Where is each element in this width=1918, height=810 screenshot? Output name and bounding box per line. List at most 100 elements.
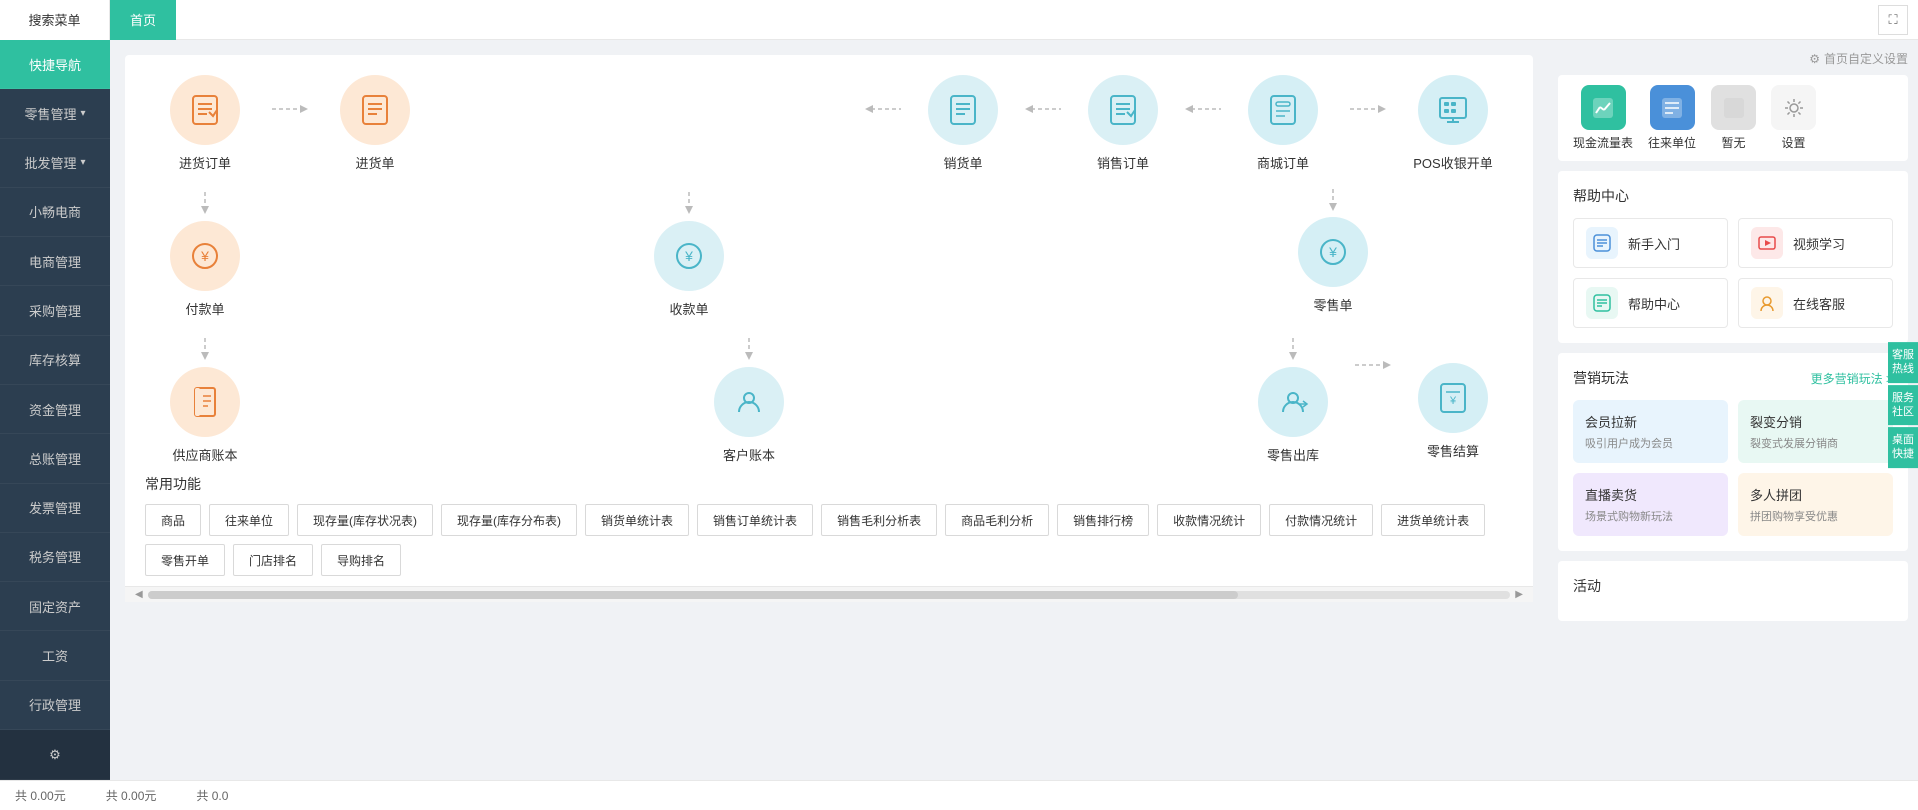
help-item-beginner[interactable]: 新手入门 bbox=[1573, 218, 1728, 268]
shortcut-none[interactable]: 暂无 bbox=[1711, 85, 1756, 151]
help-item-video[interactable]: 视频学习 bbox=[1738, 218, 1893, 268]
func-btn-stock-dist[interactable]: 现存量(库存分布表) bbox=[441, 504, 577, 536]
sidebar-item-purchase[interactable]: 采购管理 bbox=[0, 286, 110, 335]
quick-nav-card: 进货订单 进货单 bbox=[125, 55, 1533, 602]
cashflow-icon-box bbox=[1581, 85, 1626, 130]
flow-row-1: 进货订单 进货单 bbox=[145, 75, 1513, 172]
func-btn-guide-rank[interactable]: 导购排名 bbox=[321, 544, 401, 576]
scroll-left-btn[interactable]: ◀ bbox=[130, 589, 148, 600]
shortcuts-bar: 现金流量表 往来单位 暂无 bbox=[1558, 75, 1908, 161]
sidebar-item-tax[interactable]: 税务管理 bbox=[0, 533, 110, 582]
help-title: 帮助中心 bbox=[1573, 186, 1893, 206]
float-btn-desktop[interactable]: 桌面 快捷 bbox=[1888, 427, 1918, 468]
func-btn-retail-order[interactable]: 零售开单 bbox=[145, 544, 225, 576]
scroll-track[interactable] bbox=[148, 591, 1511, 599]
arrow-left-2 bbox=[863, 102, 903, 146]
gear-icon: ⚙ bbox=[49, 747, 61, 763]
search-menu-btn[interactable]: 搜索菜单 bbox=[0, 0, 110, 40]
chevron-down-icon: ▾ bbox=[80, 157, 85, 168]
func-btn-goods[interactable]: 商品 bbox=[145, 504, 201, 536]
arrow-right-1 bbox=[270, 102, 310, 146]
flow-diagram: 进货订单 进货单 bbox=[145, 75, 1513, 464]
func-btn-sales-order-stat[interactable]: 销售订单统计表 bbox=[697, 504, 813, 536]
col-receipt: ¥ 收款单 bbox=[629, 187, 749, 318]
sales-icon bbox=[928, 75, 998, 145]
flow-node-purchase-order[interactable]: 进货订单 bbox=[145, 75, 265, 172]
fullscreen-button[interactable]: ⛶ bbox=[1878, 5, 1908, 35]
scroll-right-btn[interactable]: ▶ bbox=[1510, 589, 1528, 600]
marketing-item-fission[interactable]: 裂变分销 裂变式发展分销商 bbox=[1738, 400, 1893, 463]
flow-node-sales[interactable]: 销货单 bbox=[903, 75, 1023, 172]
sidebar-item-quicknav[interactable]: 快捷导航 bbox=[0, 40, 110, 89]
func-btn-sales-profit[interactable]: 销售毛利分析表 bbox=[821, 504, 937, 536]
col-retail-settle: ¥ 零售结算 bbox=[1393, 333, 1513, 460]
marketing-more-link[interactable]: 更多营销玩法 > bbox=[1811, 370, 1893, 387]
sidebar-item-assets[interactable]: 固定资产 bbox=[0, 582, 110, 631]
sidebar-item-wholesale[interactable]: 批发管理 ▾ bbox=[0, 139, 110, 188]
help-card: 帮助中心 新手入门 视频学习 bbox=[1558, 171, 1908, 343]
sidebar-item-inventory[interactable]: 库存核算 bbox=[0, 336, 110, 385]
help-item-service[interactable]: 在线客服 bbox=[1738, 278, 1893, 328]
shortcut-cashflow[interactable]: 现金流量表 bbox=[1573, 85, 1633, 151]
arrow-down-payment bbox=[198, 190, 212, 218]
activity-card: 活动 bbox=[1558, 561, 1908, 621]
payment-icon: ¥ bbox=[170, 221, 240, 291]
func-btn-receipt-stat[interactable]: 收款情况统计 bbox=[1157, 504, 1261, 536]
tab-home[interactable]: 首页 bbox=[110, 0, 176, 40]
flow-node-pos[interactable]: POS收银开单 bbox=[1393, 75, 1513, 172]
flow-node-retail-order[interactable]: ¥ 零售单 bbox=[1273, 217, 1393, 314]
sidebar-item-ledger[interactable]: 总账管理 bbox=[0, 434, 110, 483]
func-buttons-grid: 商品 往来单位 现存量(库存状况表) 现存量(库存分布表) 销货单统计表 销售订… bbox=[145, 504, 1513, 576]
sidebar-item-funds[interactable]: 资金管理 bbox=[0, 385, 110, 434]
sidebar-settings-btn[interactable]: ⚙ bbox=[0, 730, 110, 780]
marketing-item-member[interactable]: 会员拉新 吸引用户成为会员 bbox=[1573, 400, 1728, 463]
retail-settle-icon: ¥ bbox=[1418, 363, 1488, 433]
func-btn-store-rank[interactable]: 门店排名 bbox=[233, 544, 313, 576]
flow-node-purchase[interactable]: 进货单 bbox=[315, 75, 435, 172]
flow-node-receipt[interactable]: ¥ 收款单 bbox=[629, 221, 749, 318]
flow-node-payment[interactable]: ¥ 付款单 bbox=[145, 221, 265, 318]
main-panel: 进货订单 进货单 bbox=[110, 40, 1548, 780]
marketing-title: 营销玩法 bbox=[1573, 368, 1629, 388]
help-item-helpcenter[interactable]: 帮助中心 bbox=[1573, 278, 1728, 328]
flow-node-retail-settle[interactable]: ¥ 零售结算 bbox=[1393, 363, 1513, 460]
marketing-item-group[interactable]: 多人拼团 拼团购物享受优惠 bbox=[1738, 473, 1893, 536]
col-payment: ¥ 付款单 bbox=[145, 187, 265, 318]
arrow-right-retail bbox=[1353, 333, 1393, 372]
sidebar-item-admin[interactable]: 行政管理 bbox=[0, 681, 110, 730]
col-retail-order: ¥ 零售单 bbox=[1273, 187, 1393, 318]
func-btn-purchase-stat[interactable]: 进货单统计表 bbox=[1381, 504, 1485, 536]
func-btn-payment-stat[interactable]: 付款情况统计 bbox=[1269, 504, 1373, 536]
customize-row: ⚙ 首页自定义设置 bbox=[1558, 50, 1908, 67]
func-btn-partner[interactable]: 往来单位 bbox=[209, 504, 289, 536]
func-btn-stock-status[interactable]: 现存量(库存状况表) bbox=[297, 504, 433, 536]
arrow-down-receipt bbox=[682, 190, 696, 218]
flow-row-3-wrapper: 供应商账本 bbox=[145, 333, 1513, 464]
flow-node-customer-book[interactable]: 客户账本 bbox=[689, 367, 809, 464]
flow-node-sales-order[interactable]: 销售订单 bbox=[1063, 75, 1183, 172]
bottom-stat-3: 共 0.0 bbox=[196, 787, 228, 804]
shortcut-partner[interactable]: 往来单位 bbox=[1648, 85, 1696, 151]
customize-link[interactable]: ⚙ 首页自定义设置 bbox=[1809, 50, 1908, 67]
service-icon bbox=[1751, 287, 1783, 319]
func-btn-goods-profit[interactable]: 商品毛利分析 bbox=[945, 504, 1049, 536]
flow-node-supplier-book[interactable]: 供应商账本 bbox=[145, 367, 265, 464]
flow-node-mall-order[interactable]: 商城订单 bbox=[1223, 75, 1343, 172]
sidebar-item-retail[interactable]: 零售管理 ▾ bbox=[0, 89, 110, 138]
func-btn-sales-stat[interactable]: 销货单统计表 bbox=[585, 504, 689, 536]
marketing-item-live[interactable]: 直播卖货 场景式购物新玩法 bbox=[1573, 473, 1728, 536]
sidebar-item-invoice[interactable]: 发票管理 bbox=[0, 484, 110, 533]
shortcut-settings[interactable]: 设置 bbox=[1771, 85, 1816, 151]
arrow-down-supplier bbox=[198, 336, 212, 364]
sidebar-item-ecommerce[interactable]: 电商管理 bbox=[0, 237, 110, 286]
flow-node-retail-out[interactable]: 零售出库 bbox=[1233, 367, 1353, 464]
float-btn-service[interactable]: 客服 热线 bbox=[1888, 342, 1918, 383]
func-btn-sales-rank[interactable]: 销售排行榜 bbox=[1057, 504, 1149, 536]
sidebar-item-payroll[interactable]: 工资 bbox=[0, 631, 110, 680]
col-supplier: 供应商账本 bbox=[145, 333, 265, 464]
float-btn-community[interactable]: 服务 社区 bbox=[1888, 385, 1918, 426]
marketing-card: 营销玩法 更多营销玩法 > 会员拉新 吸引用户成为会员 裂变分销 裂变式发展分销… bbox=[1558, 353, 1908, 551]
flow-row-2-wrapper: ¥ 付款单 bbox=[145, 187, 1513, 318]
main-layout: 快捷导航 零售管理 ▾ 批发管理 ▾ 小畅电商 电商管理 采购管理 库存核算 资… bbox=[0, 40, 1918, 780]
sidebar-item-xiaochangecom[interactable]: 小畅电商 bbox=[0, 188, 110, 237]
